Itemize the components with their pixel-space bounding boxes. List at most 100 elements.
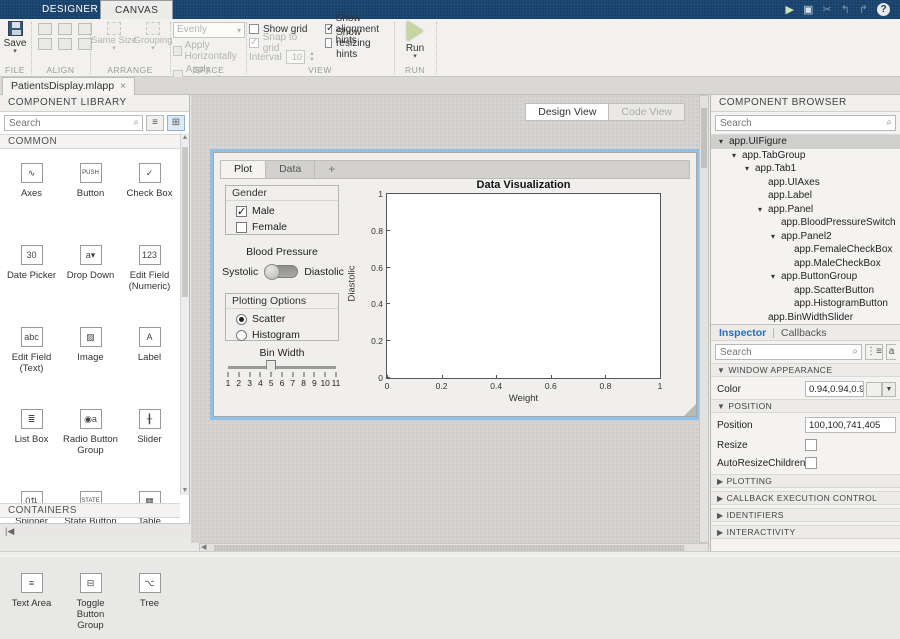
library-search[interactable]: ⌕ (4, 115, 143, 131)
blood-pressure-label[interactable]: Blood Pressure (225, 246, 339, 258)
tree-item[interactable]: ▾ app.Panel2 (711, 230, 900, 244)
component-item[interactable]: a▾ Drop Down (61, 235, 120, 311)
male-checkbox[interactable]: Male (226, 201, 338, 217)
tree-item[interactable]: ▾ app.Tab1 (711, 162, 900, 176)
component-item[interactable]: abc Edit Field (Text) (2, 317, 61, 393)
component-item[interactable]: PUSH Button (61, 153, 120, 229)
bin-width-label[interactable]: Bin Width (225, 347, 339, 359)
library-scrollbar[interactable]: ▲▼ (180, 133, 189, 495)
caret-down-icon[interactable]: ▾ (771, 272, 781, 281)
caret-down-icon[interactable]: ▾ (771, 232, 781, 241)
run-dropdown-icon[interactable]: ▾ (413, 54, 417, 59)
caret-down-icon[interactable]: ▾ (732, 151, 742, 160)
callbacks-tab[interactable]: Callbacks (781, 327, 827, 339)
axes-title[interactable]: Data Visualization (386, 179, 661, 191)
close-tab-icon[interactable]: × (120, 81, 126, 92)
component-item[interactable]: ⊟ Toggle Button Group (61, 563, 120, 639)
library-search-input[interactable] (5, 116, 142, 130)
tree-item[interactable]: ▾ app.ButtonGroup (711, 270, 900, 284)
tree-item[interactable]: ▾ app.UIAxes (711, 176, 900, 190)
collapsed-section[interactable]: ▶INTERACTIVITY (711, 525, 900, 539)
component-item[interactable]: ≣ List Box (2, 399, 61, 475)
help-icon[interactable]: ? (877, 3, 890, 16)
space-evenly-dropdown[interactable]: Evenly (173, 22, 245, 38)
figure-resize-grip[interactable] (684, 404, 696, 416)
component-item[interactable]: ∿ Axes (2, 153, 61, 229)
female-checkbox[interactable]: Female (226, 217, 338, 233)
component-item[interactable]: ▨ Image (61, 317, 120, 393)
align-center-icon[interactable] (58, 23, 72, 35)
save-dropdown-icon[interactable]: ▾ (13, 49, 17, 54)
component-item[interactable]: ╂ Slider (120, 399, 179, 475)
tab-canvas[interactable]: CANVAS (100, 0, 173, 19)
resize-checkbox[interactable] (805, 439, 817, 451)
save-button[interactable]: Save ▾ (0, 19, 30, 54)
tree-item[interactable]: ▾ app.BloodPressureSwitch (711, 216, 900, 230)
plotting-options-panel[interactable]: Plotting Options Scatter Histogram (225, 293, 339, 341)
bin-width-slider[interactable]: 1 2 3 4 5 6 7 8 9 10 (228, 360, 336, 390)
app-tab-plot[interactable]: Plot (221, 161, 266, 178)
quick-undo-icon[interactable]: ↰ (841, 3, 850, 16)
browser-search-input[interactable] (716, 116, 895, 130)
color-value-input[interactable]: 0.94,0.94,0.94 (805, 381, 864, 397)
histogram-radio[interactable]: Histogram (226, 325, 338, 341)
component-item[interactable]: ◉a Radio Button Group (61, 399, 120, 475)
tree-item[interactable]: ▾ app.Label (711, 189, 900, 203)
component-item[interactable]: ⌥ Tree (120, 563, 179, 639)
component-item[interactable]: ✓ Check Box (120, 153, 179, 229)
position-section[interactable]: ▼POSITION (711, 399, 900, 413)
color-dropdown-icon[interactable]: ▼ (882, 382, 896, 397)
tree-item[interactable]: ▾ app.BinWidthSlider (711, 311, 900, 325)
component-item[interactable]: A Label (120, 317, 179, 393)
app-tab-data[interactable]: Data (266, 161, 315, 178)
containers-section-header[interactable]: CONTAINERS (0, 503, 180, 518)
list-view-button[interactable]: ≡ (146, 115, 164, 131)
common-section-header[interactable]: COMMON (0, 134, 189, 149)
tree-item[interactable]: ▾ app.UIFigure (711, 135, 900, 149)
tree-item[interactable]: ▾ app.FemaleCheckBox (711, 243, 900, 257)
canvas-vertical-scrollbar[interactable] (699, 95, 709, 543)
design-canvas[interactable]: Design View Code View Plot Data + Gender… (191, 95, 699, 543)
document-tab[interactable]: PatientsDisplay.mlapp× (2, 77, 135, 95)
position-value-input[interactable]: 100,100,741,405 (805, 417, 896, 433)
sort-az-button[interactable]: a (886, 344, 896, 360)
caret-down-icon[interactable]: ▾ (745, 164, 755, 173)
scatter-radio[interactable]: Scatter (226, 309, 338, 325)
uiaxes-plot-area[interactable]: 00.20.40.60.81 00.20.40.60.81 (386, 193, 661, 379)
align-left-icon[interactable] (38, 23, 52, 35)
tree-item[interactable]: ▾ app.HistogramButton (711, 297, 900, 311)
tree-item[interactable]: ▾ app.Panel (711, 203, 900, 217)
browser-search[interactable]: ⌕ (715, 115, 896, 131)
component-item[interactable]: 123 Edit Field (Numeric) (120, 235, 179, 311)
inspector-tab[interactable]: Inspector (719, 327, 766, 339)
component-item[interactable]: 30 Date Picker (2, 235, 61, 311)
apply-horizontally-button[interactable]: Apply Horizontally (173, 40, 243, 62)
component-item[interactable]: ≡ Text Area (2, 563, 61, 639)
collapsed-section[interactable]: ▶PLOTTING (711, 474, 900, 488)
tree-item[interactable]: ▾ app.TabGroup (711, 149, 900, 163)
gender-panel[interactable]: Gender Male Female (225, 185, 339, 235)
caret-down-icon[interactable]: ▾ (758, 205, 768, 214)
quick-run-icon[interactable]: ▶ (785, 3, 793, 16)
grid-view-button[interactable]: ⊞ (167, 115, 185, 131)
switch-track[interactable] (264, 265, 298, 278)
tree-item[interactable]: ▾ app.ScatterButton (711, 284, 900, 298)
collapsed-section[interactable]: ▶IDENTIFIERS (711, 508, 900, 522)
quick-redo-icon[interactable]: ↱ (859, 3, 868, 16)
run-button[interactable]: Run ▾ (396, 19, 434, 59)
window-appearance-section[interactable]: ▼WINDOW APPEARANCE (711, 363, 900, 377)
blood-pressure-switch[interactable]: Systolic Diastolic (218, 265, 348, 278)
app-figure[interactable]: Plot Data + Gender Male Female Blood Pre… (213, 152, 697, 417)
collapse-panel-button[interactable]: |◀ (0, 523, 190, 538)
quick-save-icon[interactable]: ▣ (803, 3, 813, 16)
switch-knob[interactable] (264, 264, 280, 280)
same-size-button[interactable]: Same Size ▾ (91, 19, 137, 51)
grouping-button[interactable]: Grouping ▾ (137, 19, 169, 51)
inspector-search-input[interactable] (716, 345, 861, 359)
design-view-button[interactable]: Design View (526, 104, 609, 120)
inspector-search[interactable]: ⌕ (715, 344, 862, 360)
autoresize-checkbox[interactable] (805, 457, 817, 469)
code-view-button[interactable]: Code View (609, 104, 684, 120)
tree-item[interactable]: ▾ app.MaleCheckBox (711, 257, 900, 271)
align-middle-icon[interactable] (58, 38, 72, 50)
